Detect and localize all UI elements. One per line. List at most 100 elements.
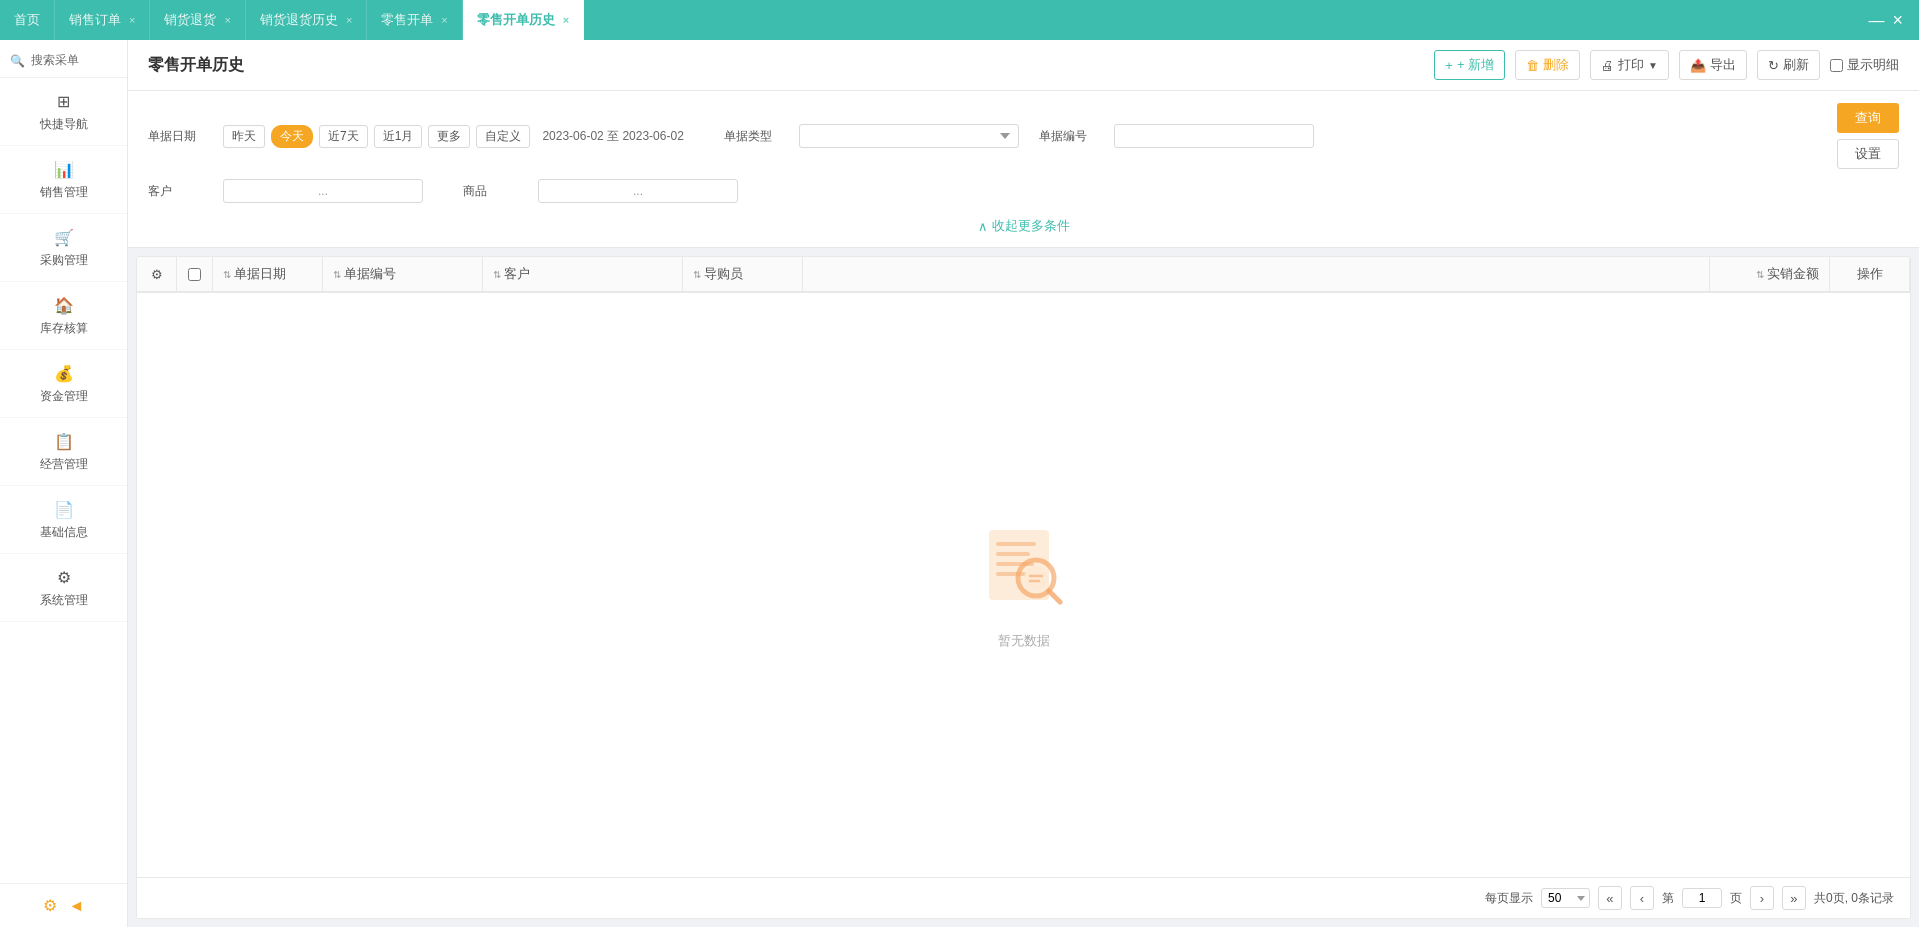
svg-rect-1 — [996, 542, 1036, 546]
customer-input[interactable]: ... — [223, 179, 423, 203]
column-settings-icon[interactable]: ⚙ — [151, 267, 163, 282]
date-filter-label: 单据日期 — [148, 128, 203, 145]
tab-close-sales-order[interactable]: × — [129, 14, 135, 26]
window-close-icon[interactable]: × — [1892, 10, 1903, 31]
sidebar-item-inventory[interactable]: 🏠 库存核算 — [0, 282, 127, 350]
sidebar-item-label-finance: 资金管理 — [40, 388, 88, 405]
th-date: ⇅ 单据日期 — [213, 257, 323, 291]
sort-customer-icon[interactable]: ⇅ — [493, 269, 501, 280]
date-btn-1month[interactable]: 近1月 — [374, 125, 423, 148]
chevron-up-icon: ∧ — [978, 219, 988, 234]
total-info: 共0页, 0条记录 — [1814, 890, 1894, 907]
sidebar-search[interactable]: 🔍 搜索采单 — [0, 40, 127, 78]
prev-page-icon: ‹ — [1640, 891, 1644, 906]
toolbar: + + 新增 🗑 删除 🖨 打印 ▼ 📤 导出 ↻ — [1434, 50, 1899, 80]
finance-icon: 💰 — [53, 362, 75, 384]
pagination-last-button[interactable]: » — [1782, 886, 1806, 910]
sort-amount-icon[interactable]: ⇅ — [1756, 269, 1764, 280]
pagination-first-button[interactable]: « — [1598, 886, 1622, 910]
basic-info-icon: 📄 — [53, 498, 75, 520]
customer-filter-label: 客户 — [148, 183, 203, 200]
svg-point-6 — [1024, 566, 1048, 590]
sort-guide-icon[interactable]: ⇅ — [693, 269, 701, 280]
date-filter-options: 昨天 今天 近7天 近1月 更多 自定义 2023-06-02 至 2023-0… — [223, 125, 684, 148]
sidebar-item-label-system: 系统管理 — [40, 592, 88, 609]
settings-button[interactable]: 设置 — [1837, 139, 1899, 169]
table-header: ⚙ ⇅ 单据日期 ⇅ 单据编号 ⇅ 客户 ⇅ — [137, 257, 1910, 293]
sidebar-item-basic-info[interactable]: 📄 基础信息 — [0, 486, 127, 554]
query-button[interactable]: 查询 — [1837, 103, 1899, 133]
pagination: 每页显示 50 10 20 100 « ‹ 第 页 › — [137, 877, 1910, 918]
th-settings[interactable]: ⚙ — [137, 257, 177, 291]
print-button[interactable]: 🖨 打印 ▼ — [1590, 50, 1669, 80]
tab-close-retail-open-history[interactable]: × — [563, 14, 569, 26]
system-icon: ⚙ — [53, 566, 75, 588]
date-btn-custom[interactable]: 自定义 — [476, 125, 530, 148]
tab-sales-return-history[interactable]: 销货退货历史 × — [246, 0, 367, 40]
page-title: 零售开单历史 — [148, 55, 244, 76]
date-btn-yesterday[interactable]: 昨天 — [223, 125, 265, 148]
tab-close-retail-open[interactable]: × — [441, 14, 447, 26]
display-detail-checkbox-label[interactable]: 显示明细 — [1830, 56, 1899, 74]
sidebar-settings-icon[interactable]: ⚙ — [43, 896, 57, 915]
top-navigation-bar: 首页 销售订单 × 销货退货 × 销货退货历史 × 零售开单 × 零售开单历史 … — [0, 0, 1919, 40]
sidebar-collapse-icon[interactable]: ◄ — [69, 897, 85, 915]
tab-close-sales-return-history[interactable]: × — [346, 14, 352, 26]
window-min-icon[interactable]: — — [1868, 11, 1884, 29]
sidebar-item-sales-mgmt[interactable]: 📊 销售管理 — [0, 146, 127, 214]
tab-retail-open[interactable]: 零售开单 × — [367, 0, 462, 40]
search-icon: 🔍 — [10, 54, 25, 68]
date-btn-7days[interactable]: 近7天 — [319, 125, 368, 148]
sort-date-icon[interactable]: ⇅ — [223, 269, 231, 280]
svg-rect-4 — [996, 572, 1026, 576]
tab-sales-order[interactable]: 销售订单 × — [55, 0, 150, 40]
sidebar-item-finance[interactable]: 💰 资金管理 — [0, 350, 127, 418]
sidebar-item-system[interactable]: ⚙ 系统管理 — [0, 554, 127, 622]
sidebar-item-purchase-mgmt[interactable]: 🛒 采购管理 — [0, 214, 127, 282]
sort-num-icon[interactable]: ⇅ — [333, 269, 341, 280]
add-button[interactable]: + + 新增 — [1434, 50, 1505, 80]
svg-line-7 — [1049, 591, 1060, 602]
doc-type-select-wrapper — [799, 124, 1019, 148]
print-icon: 🖨 — [1601, 58, 1614, 73]
refresh-button[interactable]: ↻ 刷新 — [1757, 50, 1820, 80]
tab-close-sales-return[interactable]: × — [224, 14, 230, 26]
content-area: 零售开单历史 + + 新增 🗑 删除 🖨 打印 ▼ 📤 导出 — [128, 40, 1919, 927]
pagination-prev-button[interactable]: ‹ — [1630, 886, 1654, 910]
tab-retail-open-history[interactable]: 零售开单历史 × — [463, 0, 584, 40]
sidebar-item-operations[interactable]: 📋 经营管理 — [0, 418, 127, 486]
date-btn-today[interactable]: 今天 — [271, 125, 313, 148]
date-btn-more[interactable]: 更多 — [428, 125, 470, 148]
filter-row-1: 单据日期 昨天 今天 近7天 近1月 更多 自定义 2023-06-02 至 2… — [148, 103, 1899, 169]
th-num: ⇅ 单据编号 — [323, 257, 483, 291]
tab-home[interactable]: 首页 — [0, 0, 55, 40]
page-size-select[interactable]: 50 10 20 100 — [1541, 888, 1590, 908]
doc-num-filter-label: 单据编号 — [1039, 128, 1094, 145]
table-container: ⚙ ⇅ 单据日期 ⇅ 单据编号 ⇅ 客户 ⇅ — [136, 256, 1911, 919]
export-button[interactable]: 📤 导出 — [1679, 50, 1747, 80]
th-checkbox[interactable] — [177, 257, 213, 291]
collapse-more-button[interactable]: ∧ 收起更多条件 — [148, 213, 1899, 239]
next-page-icon: › — [1760, 891, 1764, 906]
delete-icon: 🗑 — [1526, 58, 1539, 73]
doc-num-input[interactable] — [1114, 124, 1314, 148]
add-icon: + — [1445, 58, 1453, 73]
sidebar-bottom: ⚙ ◄ — [0, 883, 127, 927]
sidebar-item-quick-nav[interactable]: ⊞ 快捷导航 — [0, 78, 127, 146]
select-all-checkbox[interactable] — [188, 268, 201, 281]
goods-input[interactable]: ... — [538, 179, 738, 203]
purchase-mgmt-icon: 🛒 — [53, 226, 75, 248]
page-suffix: 页 — [1730, 890, 1742, 907]
tab-sales-return[interactable]: 销货退货 × — [150, 0, 245, 40]
doc-type-select[interactable] — [799, 124, 1019, 148]
page-input[interactable] — [1682, 888, 1722, 908]
sidebar-search-label: 搜索采单 — [31, 52, 79, 69]
pagination-next-button[interactable]: › — [1750, 886, 1774, 910]
page-header: 零售开单历史 + + 新增 🗑 删除 🖨 打印 ▼ 📤 导出 — [128, 40, 1919, 91]
refresh-icon: ↻ — [1768, 58, 1779, 73]
sidebar-item-label-basic-info: 基础信息 — [40, 524, 88, 541]
sidebar-item-label-inventory: 库存核算 — [40, 320, 88, 337]
display-detail-checkbox[interactable] — [1830, 59, 1843, 72]
delete-button[interactable]: 🗑 删除 — [1515, 50, 1580, 80]
sidebar-item-label-operations: 经营管理 — [40, 456, 88, 473]
